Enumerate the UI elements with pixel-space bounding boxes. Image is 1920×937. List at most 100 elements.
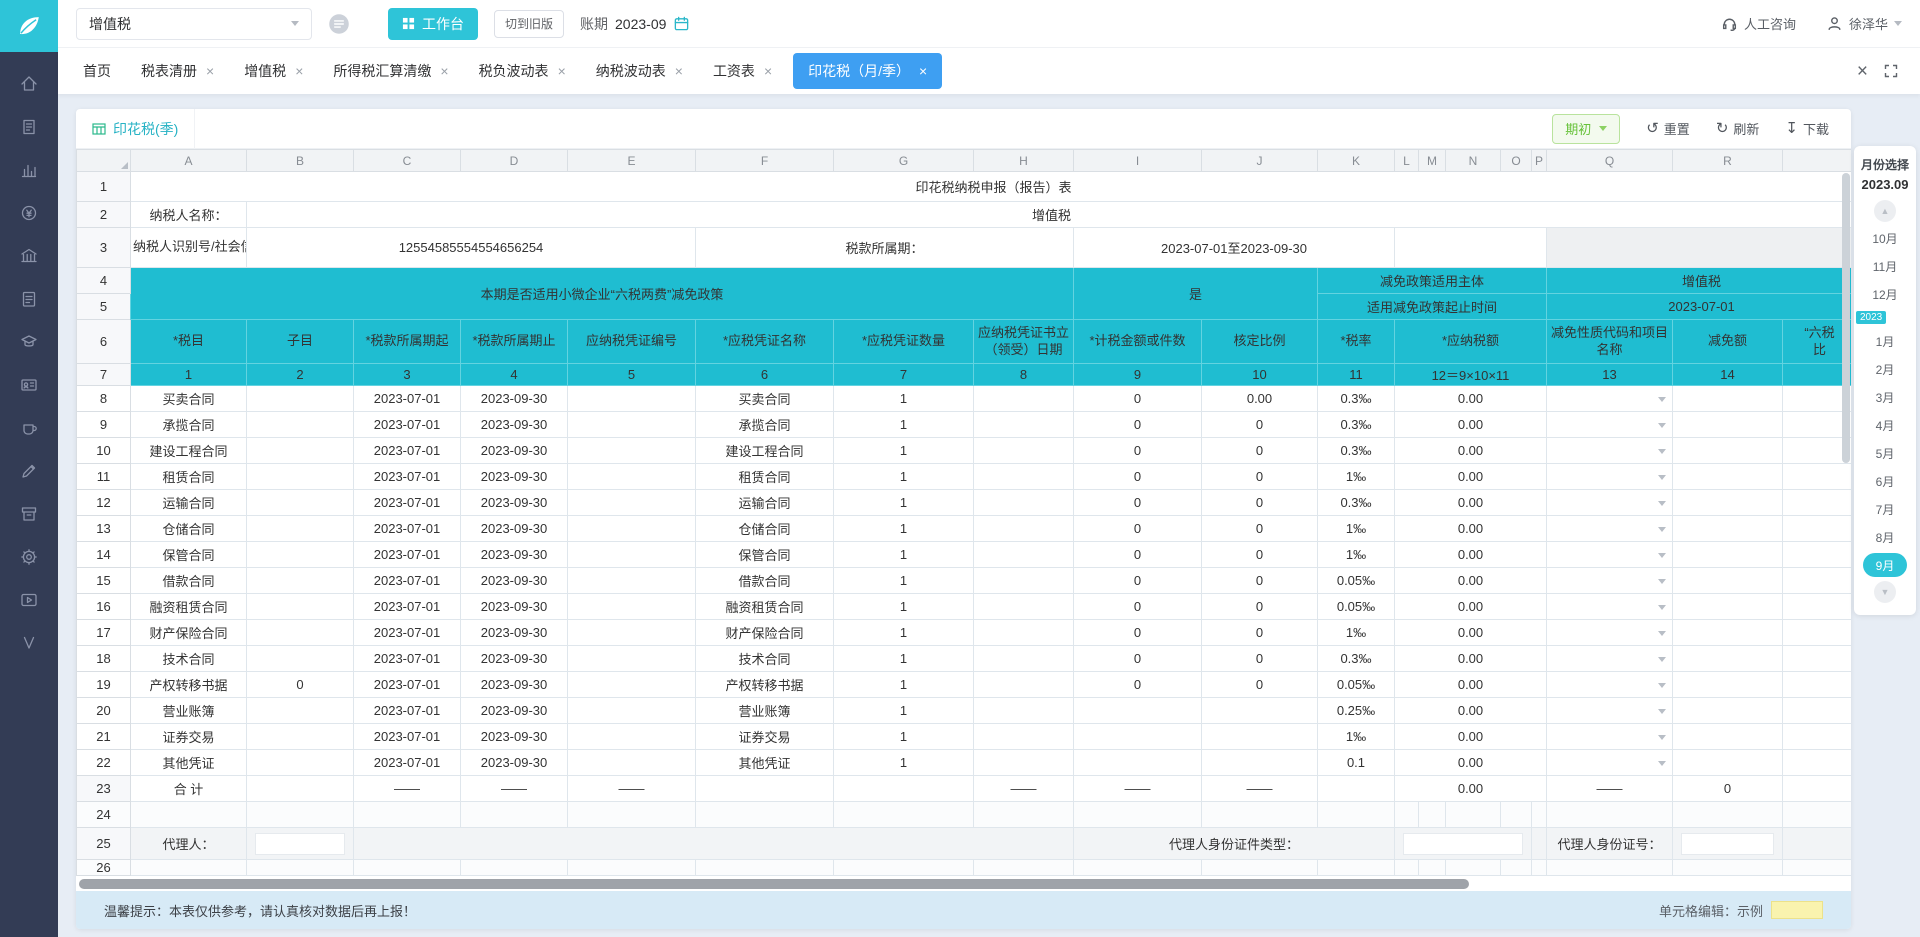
cell-sign-date[interactable] [973, 489, 1074, 516]
cell-tax[interactable]: 0.00 [1394, 515, 1547, 542]
cell-start[interactable]: 2023-07-01 [353, 593, 461, 620]
empty-cell[interactable] [973, 801, 1074, 828]
cell-name[interactable]: 保管合同 [130, 541, 247, 568]
col-letter-P[interactable]: P [1531, 149, 1547, 172]
cell-rate[interactable]: 1‰ [1317, 541, 1395, 568]
cell-cert-name[interactable]: 财产保险合同 [695, 619, 834, 646]
cell-tax[interactable]: 0.00 [1394, 437, 1547, 464]
workbench-button[interactable]: 工作台 [388, 7, 478, 40]
cell-amount[interactable] [1073, 723, 1202, 750]
cell-relief-code-select[interactable] [1546, 437, 1673, 464]
v-icon[interactable] [19, 633, 39, 653]
cell-sub[interactable] [246, 463, 354, 490]
empty-cell[interactable] [1394, 227, 1547, 268]
row-number[interactable]: 13 [76, 515, 131, 542]
month-item-10月[interactable]: 10月 [1863, 226, 1907, 250]
cell-ratio[interactable]: 0 [1201, 645, 1318, 672]
cell-start[interactable]: 2023-07-01 [353, 437, 461, 464]
cell-relief-code-select[interactable] [1546, 463, 1673, 490]
cell-end[interactable]: 2023-09-30 [460, 723, 568, 750]
month-item-3月[interactable]: 3月 [1863, 385, 1907, 409]
home-icon[interactable] [19, 74, 39, 94]
month-item-6月[interactable]: 6月 [1863, 469, 1907, 493]
agent-name-input[interactable] [255, 832, 345, 855]
col-letter-C[interactable]: C [353, 149, 461, 172]
cell-relief-amount[interactable] [1672, 645, 1783, 672]
cell-qty[interactable]: 1 [833, 385, 974, 412]
cell-sign-date[interactable] [973, 619, 1074, 646]
cell-end[interactable]: 2023-09-30 [460, 515, 568, 542]
cell-tax[interactable]: 0.00 [1394, 541, 1547, 568]
month-item-9月[interactable]: 9月 [1863, 553, 1907, 577]
empty-cell[interactable] [567, 859, 696, 876]
cell-tax[interactable]: 0.00 [1394, 593, 1547, 620]
empty-cell[interactable] [833, 801, 974, 828]
cell-cert-no[interactable] [567, 645, 696, 672]
edit-icon[interactable] [19, 461, 39, 481]
tab-close-icon[interactable]: × [206, 64, 214, 78]
reset-button[interactable]: ↺ 重置 [1646, 119, 1690, 138]
tab-close-icon[interactable]: × [440, 64, 448, 78]
cell-name[interactable]: 营业账簿 [130, 697, 247, 724]
tax-period-value[interactable]: 2023-07-01至2023-09-30 [1073, 227, 1395, 268]
empty-cell[interactable] [246, 775, 354, 802]
empty-cell[interactable] [695, 801, 834, 828]
cell-start[interactable]: 2023-07-01 [353, 567, 461, 594]
cell-end[interactable]: 2023-09-30 [460, 385, 568, 412]
cell-amount[interactable]: 0 [1073, 619, 1202, 646]
cell-rate[interactable]: 1‰ [1317, 619, 1395, 646]
cell-cert-name[interactable]: 技术合同 [695, 645, 834, 672]
cell-amount[interactable] [1073, 697, 1202, 724]
cell-qty[interactable]: 1 [833, 619, 974, 646]
tab-5[interactable]: 纳税波动表 × [581, 48, 698, 94]
cell-relief-amount[interactable] [1672, 593, 1783, 620]
cell-ratio[interactable]: 0 [1201, 619, 1318, 646]
empty-cell[interactable] [567, 801, 696, 828]
chart-icon[interactable] [19, 160, 39, 180]
dropdown-caret-icon[interactable] [1658, 604, 1666, 614]
cell-tax[interactable]: 0.00 [1394, 645, 1547, 672]
cell-relief-amount[interactable] [1672, 463, 1783, 490]
col-letter-A[interactable]: A [130, 149, 247, 172]
vertical-scrollbar-thumb[interactable] [1842, 173, 1850, 463]
cell-rate[interactable]: 0.3‰ [1317, 411, 1395, 438]
cell-end[interactable]: 2023-09-30 [460, 541, 568, 568]
cell-sub[interactable] [246, 567, 354, 594]
cell-cert-name[interactable]: 买卖合同 [695, 385, 834, 412]
empty-cell[interactable] [1531, 859, 1547, 876]
cell-sub[interactable] [246, 593, 354, 620]
agent-id-type-input[interactable] [1403, 832, 1523, 855]
empty-cell[interactable] [460, 801, 568, 828]
empty-cell[interactable] [1073, 801, 1202, 828]
cell-end[interactable]: 2023-09-30 [460, 749, 568, 776]
cell-ratio[interactable]: 0.00 [1201, 385, 1318, 412]
cell-sub[interactable] [246, 437, 354, 464]
row-number[interactable]: 10 [76, 437, 131, 464]
cell-rate[interactable]: 0.1 [1317, 749, 1395, 776]
gear-icon[interactable] [19, 547, 39, 567]
cell-start[interactable]: 2023-07-01 [353, 489, 461, 516]
user-menu[interactable]: 徐泽华 [1826, 14, 1902, 33]
dropdown-caret-icon[interactable] [1658, 474, 1666, 484]
dropdown-caret-icon[interactable] [1658, 422, 1666, 432]
cell-end[interactable]: 2023-09-30 [460, 645, 568, 672]
cell-relief-code-select[interactable] [1546, 697, 1673, 724]
empty-cell[interactable] [1445, 859, 1501, 876]
accounting-period[interactable]: 账期 2023-09 [580, 14, 690, 34]
cell-relief-code-select[interactable] [1546, 593, 1673, 620]
scroll-down-button[interactable]: ▼ [1874, 581, 1896, 603]
cell-end[interactable]: 2023-09-30 [460, 463, 568, 490]
fullscreen-icon[interactable] [1884, 64, 1898, 78]
empty-cell[interactable] [1546, 859, 1673, 876]
idcard-icon[interactable] [19, 375, 39, 395]
cell-ratio[interactable] [1201, 723, 1318, 750]
tab-6[interactable]: 工资表 × [698, 48, 787, 94]
tab-close-icon[interactable]: × [295, 64, 303, 78]
cell-cert-no[interactable] [567, 567, 696, 594]
cell-cert-name[interactable]: 借款合同 [695, 567, 834, 594]
cell-cert-no[interactable] [567, 593, 696, 620]
col-letter-Q[interactable]: Q [1546, 149, 1673, 172]
cell-rate[interactable]: 0.05‰ [1317, 671, 1395, 698]
cell-start[interactable]: 2023-07-01 [353, 411, 461, 438]
empty-cell[interactable] [1317, 859, 1395, 876]
